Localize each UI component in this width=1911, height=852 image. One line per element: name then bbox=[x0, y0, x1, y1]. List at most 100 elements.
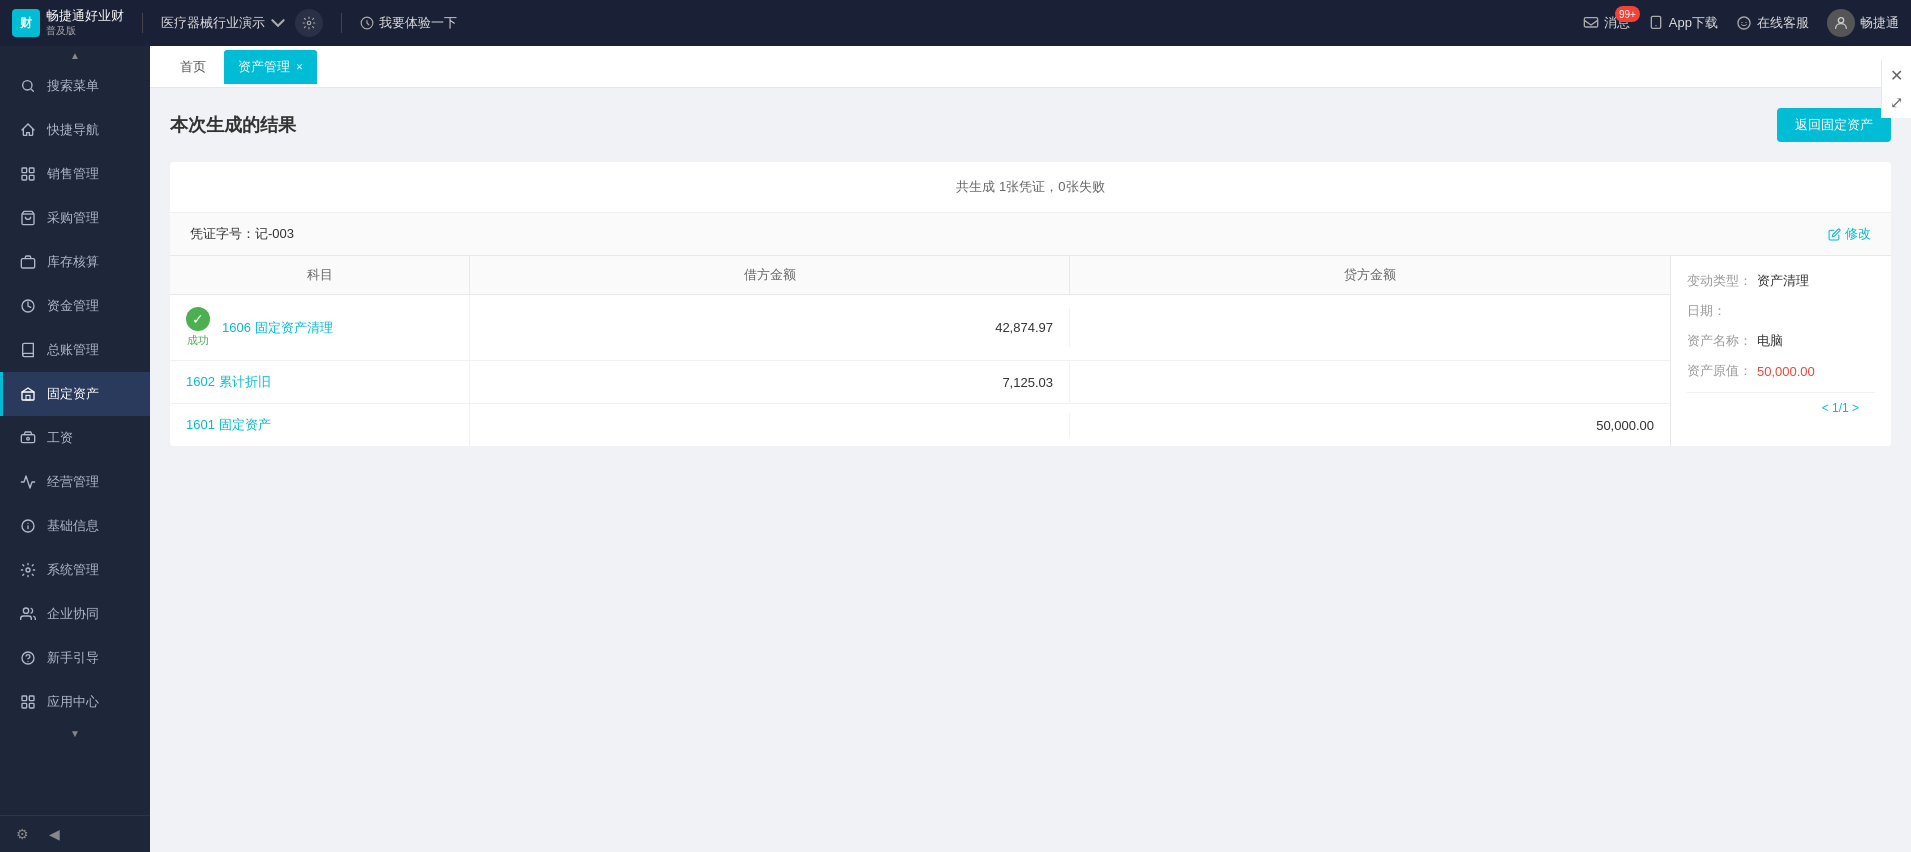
operations-icon bbox=[19, 473, 37, 491]
info-panel: 变动类型： 资产清理 日期： 资产名称： 电脑 bbox=[1671, 256, 1891, 446]
row1-debit: 42,874.97 bbox=[470, 308, 1070, 347]
table-row: 1602 累计折旧 7,125.03 bbox=[170, 361, 1670, 404]
svg-rect-9 bbox=[22, 168, 27, 173]
experience-button[interactable]: 我要体验一下 bbox=[360, 14, 457, 32]
tab-asset-management[interactable]: 资产管理 × bbox=[224, 50, 317, 84]
sidebar-item-label: 基础信息 bbox=[47, 517, 99, 535]
sidebar-item-basic-info[interactable]: 基础信息 bbox=[0, 504, 150, 548]
svg-rect-29 bbox=[29, 703, 34, 708]
chevron-down-icon bbox=[271, 16, 285, 30]
svg-point-8 bbox=[23, 81, 32, 90]
pagination: < 1/1 > bbox=[1687, 392, 1875, 423]
sidebar-item-label: 工资 bbox=[47, 429, 73, 447]
sidebar-item-quick-nav[interactable]: 快捷导航 bbox=[0, 108, 150, 152]
tab-home[interactable]: 首页 bbox=[166, 50, 220, 84]
finance-icon bbox=[19, 297, 37, 315]
logo-icon: 财 bbox=[12, 9, 40, 37]
svg-point-22 bbox=[26, 568, 30, 572]
row3-account-cell: 1601 固定资产 bbox=[170, 404, 470, 446]
message-icon bbox=[1583, 15, 1599, 31]
svg-rect-16 bbox=[22, 392, 34, 400]
table-row: ✓ 成功 1606 固定资产清理 42,874.97 bbox=[170, 295, 1670, 361]
home-icon bbox=[19, 121, 37, 139]
table-body: ✓ 成功 1606 固定资产清理 42,874.97 bbox=[170, 295, 1670, 446]
asset-name-row: 资产名称： 电脑 bbox=[1687, 332, 1875, 350]
svg-point-18 bbox=[27, 437, 30, 440]
payroll-icon bbox=[19, 429, 37, 447]
sidebar-item-operations[interactable]: 经营管理 bbox=[0, 460, 150, 504]
online-service-label: 在线客服 bbox=[1757, 14, 1809, 32]
row3-debit bbox=[470, 413, 1070, 437]
sidebar-item-enterprise[interactable]: 企业协同 bbox=[0, 592, 150, 636]
user-menu[interactable]: 畅捷通 bbox=[1827, 9, 1899, 37]
company-selector[interactable]: 医疗器械行业演示 bbox=[161, 14, 285, 32]
sidebar-scroll-down[interactable]: ▼ bbox=[0, 724, 150, 742]
sidebar-item-fixed-assets[interactable]: 固定资产 bbox=[0, 372, 150, 416]
experience-icon bbox=[360, 16, 374, 30]
username-label: 畅捷通 bbox=[1860, 14, 1899, 32]
sidebar-collapse-icon[interactable]: ◀ bbox=[49, 826, 60, 842]
topbar-divider bbox=[142, 13, 143, 33]
sidebar-item-label: 经营管理 bbox=[47, 473, 99, 491]
gear-icon bbox=[302, 16, 316, 30]
sidebar: ▲ 搜索菜单 快捷导航 销售管理 采购管理 bbox=[0, 46, 150, 852]
sidebar-item-guide[interactable]: 新手引导 bbox=[0, 636, 150, 680]
sidebar-item-system[interactable]: 系统管理 bbox=[0, 548, 150, 592]
close-panel-button[interactable]: ✕ bbox=[1886, 64, 1907, 87]
page-title: 本次生成的结果 bbox=[170, 113, 296, 137]
svg-rect-3 bbox=[1651, 16, 1660, 28]
row1-account[interactable]: 1606 固定资产清理 bbox=[222, 319, 333, 337]
sidebar-bottom: ⚙ ◀ bbox=[0, 815, 150, 852]
app-logo: 财 畅捷通好业财 普及版 bbox=[12, 8, 124, 38]
pagination-text[interactable]: < 1/1 > bbox=[1822, 401, 1859, 415]
edit-voucher-button[interactable]: 修改 bbox=[1828, 225, 1871, 243]
table-row: 1601 固定资产 50,000.00 bbox=[170, 404, 1670, 446]
logo-text-group: 畅捷通好业财 普及版 bbox=[46, 8, 124, 38]
asset-name-label: 资产名称： bbox=[1687, 332, 1757, 350]
app-download-label: App下载 bbox=[1669, 14, 1718, 32]
result-summary: 共生成 1张凭证，0张失败 bbox=[170, 162, 1891, 213]
sidebar-item-sales[interactable]: 销售管理 bbox=[0, 152, 150, 196]
messages-button[interactable]: 消息 99+ bbox=[1583, 14, 1630, 32]
svg-rect-11 bbox=[22, 175, 27, 180]
svg-point-0 bbox=[307, 21, 311, 25]
svg-point-6 bbox=[1745, 22, 1746, 23]
asset-value-value: 50,000.00 bbox=[1757, 364, 1815, 379]
avatar bbox=[1827, 9, 1855, 37]
sidebar-item-inventory[interactable]: 库存核算 bbox=[0, 240, 150, 284]
sidebar-item-label: 企业协同 bbox=[47, 605, 99, 623]
sidebar-item-label: 采购管理 bbox=[47, 209, 99, 227]
tab-bar: 首页 资产管理 × bbox=[150, 46, 1911, 88]
sidebar-item-finance[interactable]: 资金管理 bbox=[0, 284, 150, 328]
change-type-label: 变动类型： bbox=[1687, 272, 1757, 290]
tab-close-icon[interactable]: × bbox=[296, 60, 303, 74]
svg-point-5 bbox=[1741, 22, 1742, 23]
sidebar-item-search[interactable]: 搜索菜单 bbox=[0, 64, 150, 108]
svg-rect-10 bbox=[29, 168, 34, 173]
asset-value-row: 资产原值： 50,000.00 bbox=[1687, 362, 1875, 380]
sidebar-item-ledger[interactable]: 总账管理 bbox=[0, 328, 150, 372]
sidebar-scroll-up[interactable]: ▲ bbox=[0, 46, 150, 64]
voucher-table: 科目 借方金额 贷方金额 ✓ 成功 bbox=[170, 256, 1671, 446]
date-row: 日期： bbox=[1687, 302, 1875, 320]
tab-asset-label: 资产管理 bbox=[238, 58, 290, 76]
app-download-button[interactable]: App下载 bbox=[1648, 14, 1718, 32]
row2-account[interactable]: 1602 累计折旧 bbox=[186, 374, 271, 389]
back-to-fixed-assets-button[interactable]: 返回固定资产 bbox=[1777, 108, 1891, 142]
col-header-account: 科目 bbox=[170, 256, 470, 294]
logo-subtitle: 普及版 bbox=[46, 24, 124, 38]
expand-panel-button[interactable]: ⤢ bbox=[1886, 91, 1907, 114]
voucher-section: 凭证字号：记-003 修改 科目 bbox=[170, 213, 1891, 446]
summary-text: 共生成 1张凭证，0张失败 bbox=[956, 179, 1104, 194]
sidebar-item-app-center[interactable]: 应用中心 bbox=[0, 680, 150, 724]
sidebar-settings-icon[interactable]: ⚙ bbox=[16, 826, 29, 842]
sidebar-item-purchase[interactable]: 采购管理 bbox=[0, 196, 150, 240]
svg-rect-26 bbox=[22, 696, 27, 701]
settings-icon[interactable] bbox=[295, 9, 323, 37]
row3-account[interactable]: 1601 固定资产 bbox=[186, 417, 271, 432]
voucher-content: 科目 借方金额 贷方金额 ✓ 成功 bbox=[170, 256, 1891, 446]
sidebar-item-payroll[interactable]: 工资 bbox=[0, 416, 150, 460]
success-label: 成功 bbox=[187, 333, 209, 348]
online-service-button[interactable]: 在线客服 bbox=[1736, 14, 1809, 32]
sidebar-item-label: 库存核算 bbox=[47, 253, 99, 271]
